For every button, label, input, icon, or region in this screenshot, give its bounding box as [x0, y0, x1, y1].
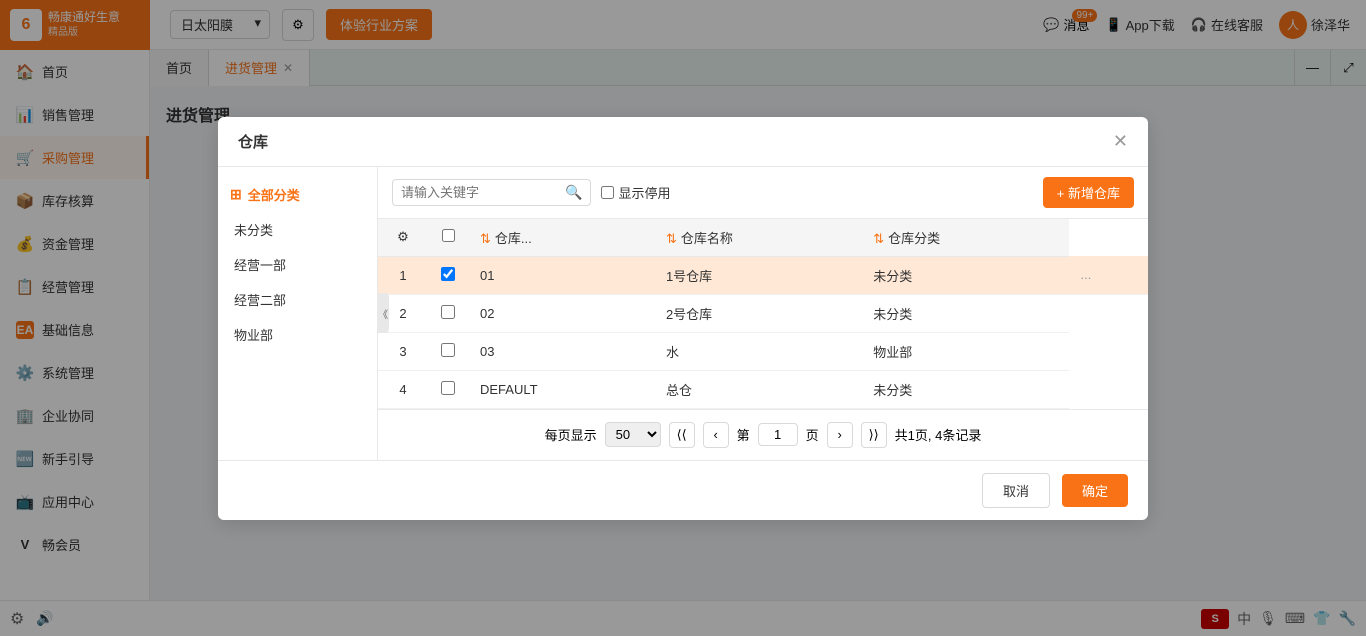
row-check[interactable]	[428, 370, 468, 408]
modal-header: 仓库 ✕	[218, 117, 1148, 167]
first-page-button[interactable]: ⟨⟨	[669, 422, 695, 448]
col-check	[428, 219, 468, 257]
row-category: 未分类	[861, 370, 1068, 408]
search-wrap: 🔍	[392, 179, 591, 206]
row-check[interactable]	[428, 332, 468, 370]
row-num: 4	[378, 370, 428, 408]
prev-page-button[interactable]: ‹	[703, 422, 729, 448]
table-panel: 🔍 显示停用 + 新增仓库 ⚙	[378, 167, 1148, 460]
row-check[interactable]	[428, 294, 468, 332]
row-name: 1号仓库	[654, 256, 861, 294]
category-panel: ⊞ 全部分类 未分类 经营一部 经营二部 物业部 《	[218, 167, 378, 460]
table-toolbar: 🔍 显示停用 + 新增仓库	[378, 167, 1148, 219]
row-checkbox[interactable]	[441, 343, 455, 357]
modal-close-button[interactable]: ✕	[1113, 131, 1128, 152]
select-all-checkbox[interactable]	[442, 229, 455, 242]
sort-icon-code: ⇅	[480, 231, 491, 246]
page-number-input[interactable]	[758, 423, 798, 446]
col-name: ⇅仓库名称	[654, 219, 861, 257]
col-settings: ⚙	[378, 219, 428, 257]
col-category: ⇅仓库分类	[861, 219, 1068, 257]
row-category: 未分类	[861, 256, 1068, 294]
row-category: 物业部	[861, 332, 1068, 370]
table-row[interactable]: 4 DEFAULT 总仓 未分类	[378, 370, 1148, 408]
category-item-ops2[interactable]: 经营二部	[218, 282, 377, 317]
table-body: 1 01 1号仓库 未分类 ... 2 02 2号仓库 未分类 3 03 水 物…	[378, 256, 1148, 408]
show-disabled-checkbox[interactable]	[601, 186, 614, 199]
per-page-select[interactable]: 501020100	[605, 422, 661, 447]
modal-footer: 取消 确定	[218, 460, 1148, 520]
category-item-ops1[interactable]: 经营一部	[218, 247, 377, 282]
modal-overlay: 仓库 ✕ ⊞ 全部分类 未分类 经营一部 经营二部 物业部 《	[0, 0, 1366, 636]
table-row[interactable]: 2 02 2号仓库 未分类	[378, 294, 1148, 332]
confirm-button[interactable]: 确定	[1062, 474, 1128, 507]
table-header-row: ⚙ ⇅仓库... ⇅仓库名称 ⇅仓库分类	[378, 219, 1148, 257]
data-table: ⚙ ⇅仓库... ⇅仓库名称 ⇅仓库分类 1 01 1号仓库 未分类 ... 2	[378, 219, 1148, 409]
modal-title: 仓库	[238, 131, 268, 152]
search-icon: 🔍	[565, 184, 582, 201]
row-code: 02	[468, 294, 654, 332]
search-input[interactable]	[401, 185, 561, 200]
modal-body: ⊞ 全部分类 未分类 经营一部 经营二部 物业部 《 🔍	[218, 167, 1148, 460]
row-code: DEFAULT	[468, 370, 654, 408]
warehouse-modal: 仓库 ✕ ⊞ 全部分类 未分类 经营一部 经营二部 物业部 《	[218, 117, 1148, 520]
row-checkbox[interactable]	[441, 381, 455, 395]
row-name: 总仓	[654, 370, 861, 408]
row-name: 2号仓库	[654, 294, 861, 332]
row-name: 水	[654, 332, 861, 370]
row-code: 03	[468, 332, 654, 370]
add-warehouse-button[interactable]: + 新增仓库	[1043, 177, 1134, 208]
row-num: 3	[378, 332, 428, 370]
category-item-unclassified[interactable]: 未分类	[218, 212, 377, 247]
row-check[interactable]	[428, 256, 468, 294]
row-checkbox[interactable]	[441, 267, 455, 281]
last-page-button[interactable]: ⟩⟩	[861, 422, 887, 448]
cancel-button[interactable]: 取消	[982, 473, 1050, 508]
pagination: 每页显示 501020100 ⟨⟨ ‹ 第 页 › ⟩⟩ 共1页, 4条记录	[378, 409, 1148, 460]
category-item-property[interactable]: 物业部	[218, 317, 377, 352]
row-code: 01	[468, 256, 654, 294]
row-actions[interactable]: ...	[1069, 256, 1148, 294]
row-checkbox[interactable]	[441, 305, 455, 319]
grid-icon: ⊞	[230, 186, 242, 203]
show-disabled-label: 显示停用	[601, 183, 670, 202]
category-collapse-button[interactable]: 《	[377, 293, 389, 333]
warehouse-table: ⚙ ⇅仓库... ⇅仓库名称 ⇅仓库分类 1 01 1号仓库 未分类 ... 2	[378, 219, 1148, 409]
col-code: ⇅仓库...	[468, 219, 654, 257]
table-row[interactable]: 3 03 水 物业部	[378, 332, 1148, 370]
next-page-button[interactable]: ›	[827, 422, 853, 448]
sort-icon-name: ⇅	[666, 231, 677, 246]
category-all[interactable]: ⊞ 全部分类	[218, 177, 377, 212]
row-num: 1	[378, 256, 428, 294]
sort-icon-cat: ⇅	[873, 231, 884, 246]
table-row[interactable]: 1 01 1号仓库 未分类 ...	[378, 256, 1148, 294]
total-records: 共1页, 4条记录	[895, 425, 982, 444]
row-category: 未分类	[861, 294, 1068, 332]
